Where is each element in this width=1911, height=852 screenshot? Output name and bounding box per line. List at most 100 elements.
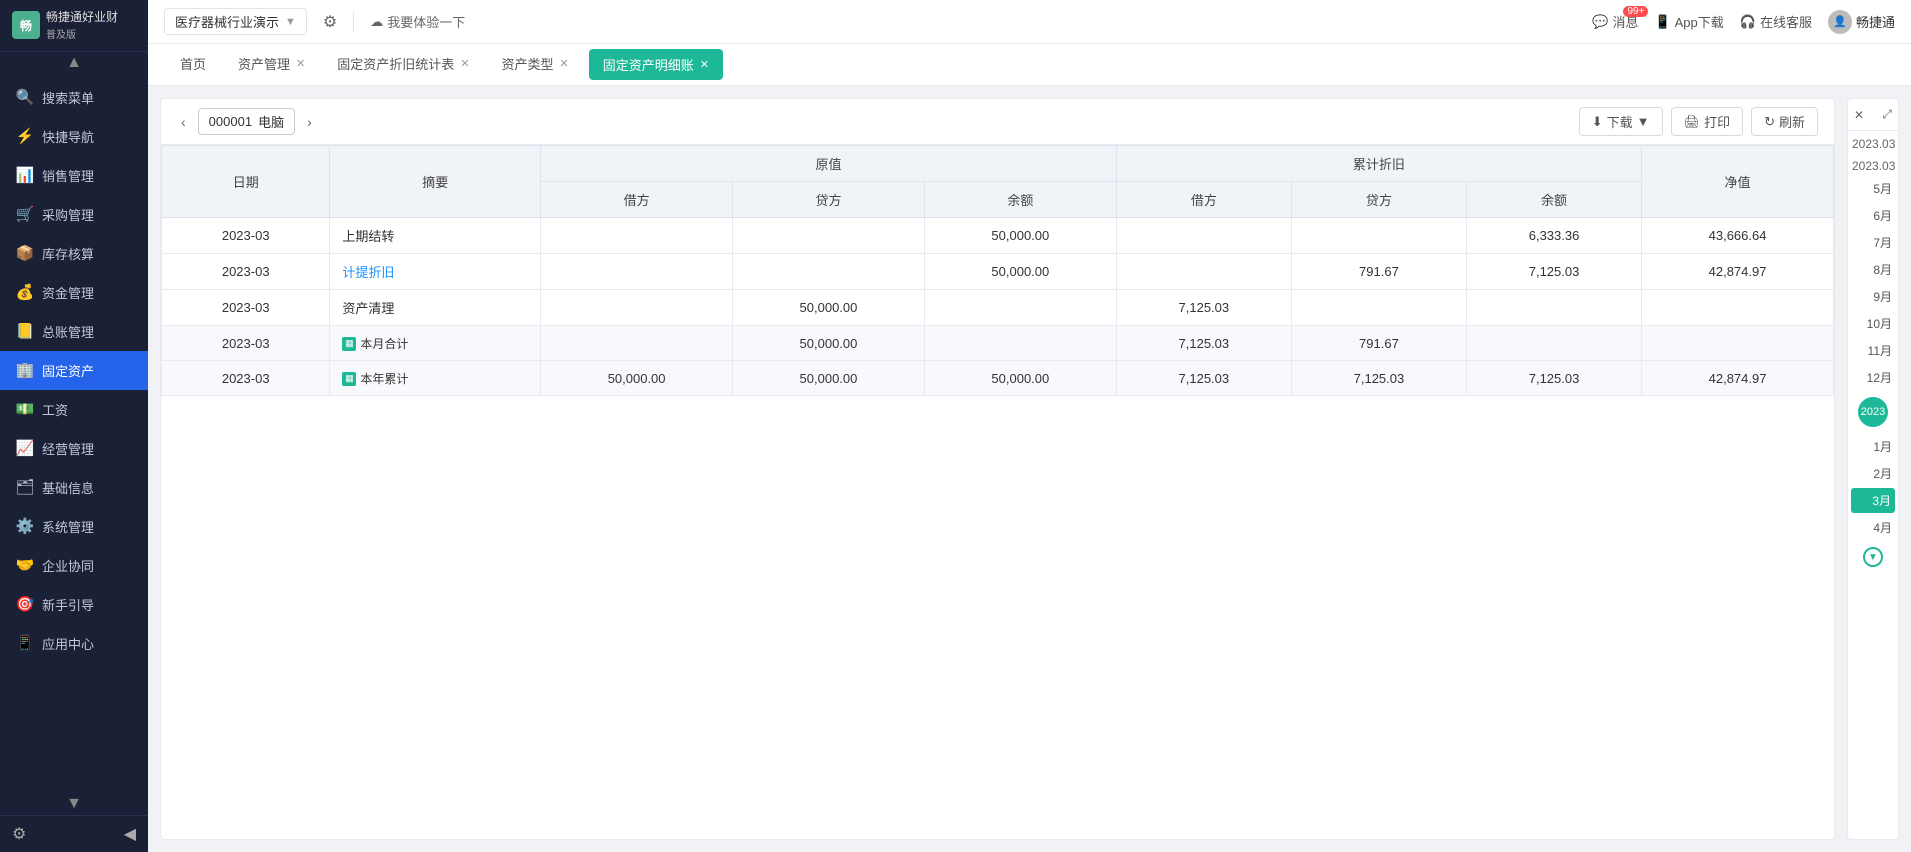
tab-depreciation-stat[interactable]: 固定资产折旧统计表 ✕: [321, 44, 485, 85]
experience-label: 我要体验一下: [387, 12, 465, 31]
collapse-sidebar-icon[interactable]: ◀: [124, 824, 136, 844]
expand-months-icon[interactable]: ▼: [1863, 547, 1883, 567]
month-item-8[interactable]: 8月: [1848, 256, 1898, 283]
notifications-btn[interactable]: 💬 消息 99+: [1592, 12, 1638, 31]
tab-home[interactable]: 首页: [164, 44, 222, 85]
sidebar-item-capital[interactable]: 💰 资金管理: [0, 273, 148, 312]
refresh-btn[interactable]: ↻ 刷新: [1751, 107, 1818, 136]
td-orig-debit: [541, 326, 733, 361]
sidebar-item-inventory[interactable]: 📦 库存核算: [0, 234, 148, 273]
td-acc-balance: 6,333.36: [1466, 218, 1641, 254]
customer-service-btn[interactable]: 🎧 在线客服: [1740, 12, 1812, 31]
sidebar-item-system[interactable]: ⚙️ 系统管理: [0, 507, 148, 546]
tab-asset-type-close[interactable]: ✕: [560, 57, 569, 70]
td-orig-balance: 50,000.00: [924, 361, 1116, 396]
topbar-settings-icon[interactable]: ⚙: [323, 12, 337, 32]
month-item-3-active[interactable]: 3月: [1851, 488, 1895, 513]
settings-bottom-icon[interactable]: ⚙: [12, 824, 26, 844]
experience-icon: ☁: [370, 14, 383, 30]
month-item-4[interactable]: 4月: [1848, 514, 1898, 541]
tab-asset-detail-label: 固定资产明细账: [603, 55, 694, 74]
sidebar-item-fixedassets[interactable]: 🏢 固定资产: [0, 351, 148, 390]
sidebar-item-quicknav[interactable]: ⚡ 快捷导航: [0, 117, 148, 156]
year-circle-2023[interactable]: 2023: [1858, 397, 1888, 427]
fixedassets-icon: 🏢: [16, 361, 34, 379]
customer-service-label: 在线客服: [1760, 12, 1812, 31]
app-download-btn[interactable]: 📱 App下载: [1654, 12, 1723, 31]
print-label: 打印: [1704, 112, 1730, 131]
td-orig-balance: 50,000.00: [924, 254, 1116, 290]
sidebar-item-guide[interactable]: 🎯 新手引导: [0, 585, 148, 624]
month-item-10[interactable]: 10月: [1848, 310, 1898, 337]
app-download-icon: 📱: [1654, 14, 1670, 30]
td-orig-credit: 50,000.00: [733, 326, 925, 361]
notifications-badge: 99+: [1623, 6, 1648, 17]
td-summary: 上期结转: [330, 218, 541, 254]
sidebar-item-label: 采购管理: [42, 205, 94, 224]
topbar-divider: [353, 12, 354, 32]
refresh-label: 刷新: [1779, 112, 1805, 131]
user-menu[interactable]: 👤 畅捷通: [1828, 10, 1895, 34]
sidebar-item-sales[interactable]: 📊 销售管理: [0, 156, 148, 195]
sidebar-item-enterprise[interactable]: 🤝 企业协同: [0, 546, 148, 585]
td-acc-debit: [1116, 254, 1291, 290]
th-acc-credit: 贷方: [1291, 182, 1466, 218]
tab-depreciation-stat-close[interactable]: ✕: [460, 57, 469, 70]
expand-right-panel-icon[interactable]: ⤢: [1880, 105, 1894, 124]
sidebar-scroll-up[interactable]: ▲: [0, 52, 148, 74]
tab-asset-mgmt[interactable]: 资产管理 ✕: [222, 44, 321, 85]
th-net-value: 净值: [1642, 146, 1834, 218]
tab-asset-mgmt-label: 资产管理: [238, 54, 290, 73]
month-item-11[interactable]: 11月: [1848, 337, 1898, 364]
baseinfo-icon: 🗂: [16, 478, 34, 496]
year-top-label2: 2023.03: [1848, 153, 1898, 175]
print-btn[interactable]: 🖨 打印: [1671, 107, 1744, 136]
td-acc-credit: 791.67: [1291, 326, 1466, 361]
td-acc-balance: 7,125.03: [1466, 254, 1641, 290]
topbar-right: 💬 消息 99+ 📱 App下载 🎧 在线客服 👤 畅捷通: [1592, 10, 1895, 34]
tab-asset-detail-close[interactable]: ✕: [700, 58, 709, 71]
next-asset-btn[interactable]: ›: [303, 112, 316, 132]
company-arrow-icon: ▼: [285, 16, 296, 28]
sidebar-item-salary[interactable]: 💵 工资: [0, 390, 148, 429]
sidebar-item-ledger[interactable]: 📒 总账管理: [0, 312, 148, 351]
th-acc-debit: 借方: [1116, 182, 1291, 218]
tab-asset-detail[interactable]: 固定资产明细账 ✕: [589, 49, 723, 80]
sidebar-item-label: 工资: [42, 400, 68, 419]
td-orig-balance: 50,000.00: [924, 218, 1116, 254]
td-orig-credit: [733, 254, 925, 290]
asset-name: 电脑: [258, 112, 284, 131]
tab-asset-type[interactable]: 资产类型 ✕: [485, 44, 584, 85]
sidebar-item-search[interactable]: 🔍 搜索菜单: [0, 78, 148, 117]
prev-asset-btn[interactable]: ‹: [177, 112, 190, 132]
month-item-12[interactable]: 12月: [1848, 364, 1898, 391]
sidebar-scroll-down[interactable]: ▼: [0, 793, 148, 815]
month-item-7[interactable]: 7月: [1848, 229, 1898, 256]
sidebar-item-operations[interactable]: 📈 经营管理: [0, 429, 148, 468]
table-row: 2023-03 资产清理 50,000.00 7,125.03: [162, 290, 1834, 326]
month-item-9[interactable]: 9月: [1848, 283, 1898, 310]
td-acc-debit: 7,125.03: [1116, 326, 1291, 361]
sidebar-bottom: ⚙ ◀: [0, 815, 148, 852]
asset-code: 000001: [209, 114, 252, 129]
sidebar-item-appcenter[interactable]: 📱 应用中心: [0, 624, 148, 663]
company-name: 医疗器械行业演示: [175, 12, 279, 31]
year-circle-wrap: 2023: [1848, 391, 1898, 433]
month-item-2[interactable]: 2月: [1848, 460, 1898, 487]
sidebar-item-baseinfo[interactable]: 🗂 基础信息: [0, 468, 148, 507]
download-btn[interactable]: ⬇ 下载 ▼: [1579, 107, 1663, 136]
close-right-panel-icon[interactable]: ✕: [1852, 106, 1866, 124]
month-item-6[interactable]: 6月: [1848, 202, 1898, 229]
sidebar-item-purchase[interactable]: 🛒 采购管理: [0, 195, 148, 234]
logo-icon: 畅: [12, 11, 40, 39]
td-summary-link[interactable]: 计提折旧: [330, 254, 541, 290]
td-orig-debit: [541, 218, 733, 254]
experience-btn[interactable]: ☁ 我要体验一下: [370, 12, 465, 31]
company-selector[interactable]: 医疗器械行业演示 ▼: [164, 8, 307, 35]
month-item-1[interactable]: 1月: [1848, 433, 1898, 460]
td-acc-credit: 791.67: [1291, 254, 1466, 290]
th-date: 日期: [162, 146, 330, 218]
right-panel-month-picker: ✕ ⤢ 2023.03 2023.03 5月 6月 7月 8月 9月 10月 1…: [1847, 98, 1899, 840]
tab-asset-mgmt-close[interactable]: ✕: [296, 57, 305, 70]
month-item-5[interactable]: 5月: [1848, 175, 1898, 202]
